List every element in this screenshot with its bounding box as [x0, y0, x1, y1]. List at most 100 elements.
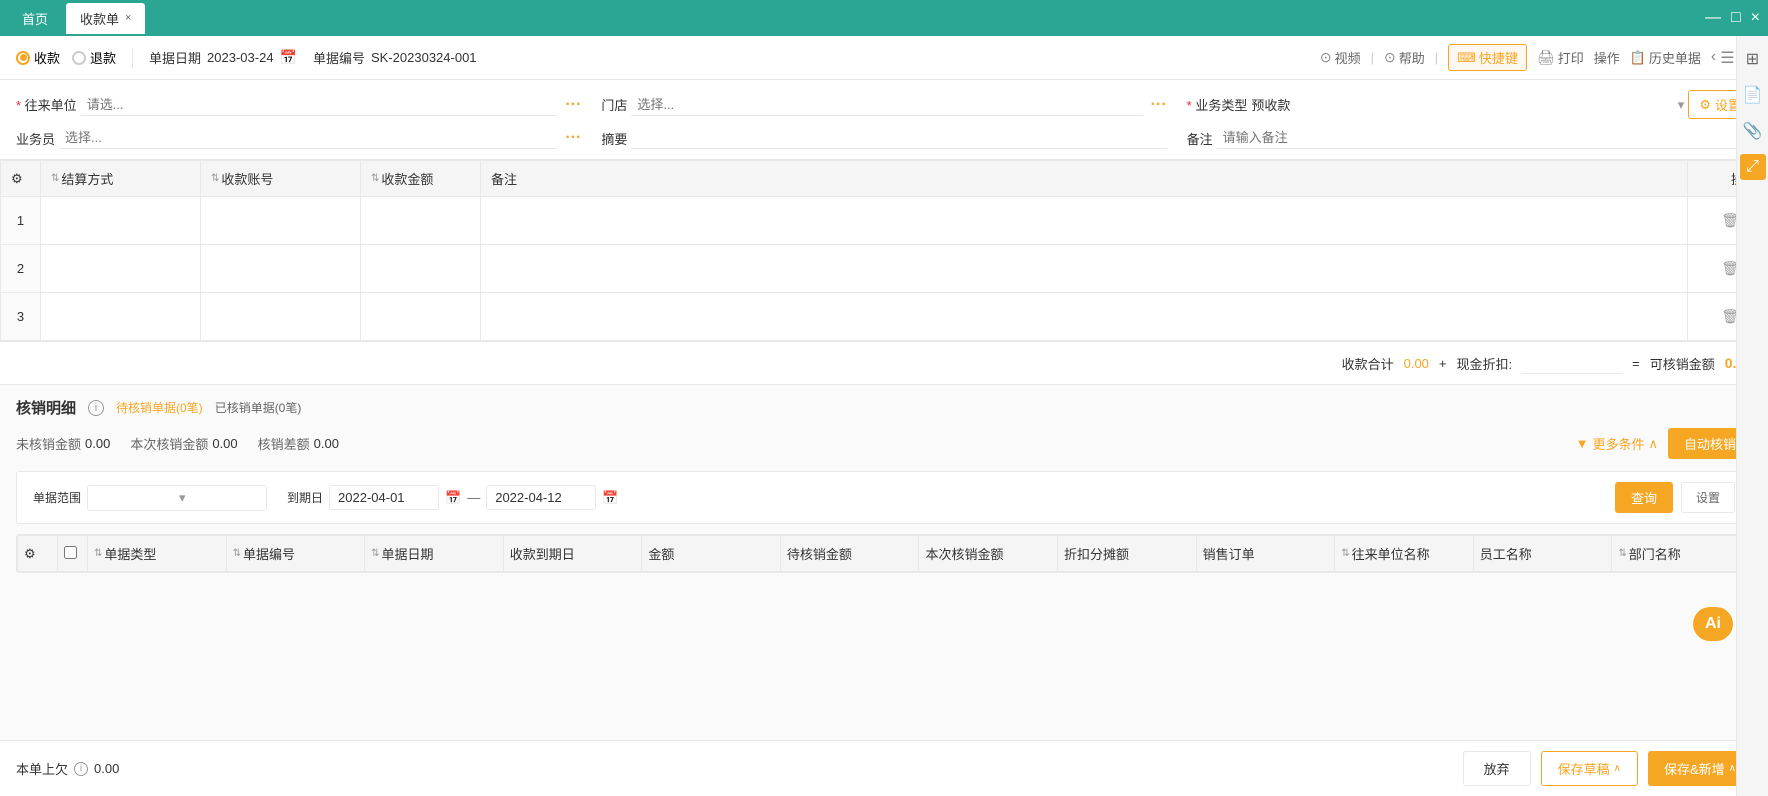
sidebar-expand-icon[interactable]: ⤢ [1740, 154, 1766, 180]
draft-chevron-icon: ∧ [1614, 763, 1621, 774]
bottom-settings-icon: ⚙ [24, 546, 36, 561]
row-1-account[interactable] [201, 197, 361, 245]
business-type-label: 业务类型 [1187, 95, 1248, 114]
radio-refund[interactable]: 退款 [72, 48, 116, 67]
settings-small-btn[interactable]: 设置 [1681, 482, 1735, 513]
sidebar-attachment-icon[interactable]: 📎 [1740, 118, 1766, 144]
maximize-icon[interactable]: □ [1731, 9, 1741, 27]
date-dash: — [467, 490, 480, 505]
print-icon: 🖨 [1537, 49, 1555, 66]
tab-bar: 首页 收款单 × — □ × [0, 0, 1768, 36]
shortcut-label: 快捷键 [1479, 48, 1518, 67]
account-label: 收款账号 [221, 169, 273, 188]
sidebar-table-icon[interactable]: ⊞ [1740, 46, 1766, 72]
bottom-col-doc-num: ⇅ 单据编号 [226, 536, 365, 572]
bottom-col-checkbox[interactable] [58, 536, 88, 572]
bottom-col-doc-date: ⇅ 单据日期 [365, 536, 504, 572]
form-row-1: 往来单位 ··· 门店 ··· 业务类型 预收款 ▾ ⚙ 设置 [16, 90, 1752, 119]
row-3-account[interactable] [201, 293, 361, 341]
staff-more-icon[interactable]: ··· [565, 129, 581, 147]
video-btn[interactable]: ⊙ 视频 [1320, 48, 1361, 67]
row-2-account[interactable] [201, 245, 361, 293]
more-conditions-btn[interactable]: ▼ 更多条件 ∧ [1576, 434, 1658, 453]
sidebar-doc-icon[interactable]: 📄 [1740, 82, 1766, 108]
row-2-amount[interactable] [361, 245, 481, 293]
unreceived-label: 未核销金额 [16, 434, 81, 453]
prev-icon[interactable]: ‹ [1711, 48, 1716, 68]
shortcut-icon: ⌨ [1457, 50, 1476, 66]
date-to-input[interactable] [486, 485, 596, 510]
note-input[interactable] [1217, 127, 1752, 149]
amount-sort[interactable]: ⇅ [371, 173, 379, 184]
row-2-settlement[interactable] [41, 245, 201, 293]
toolbar: 收款 退款 单据日期 2023-03-24 📅 单据编号 SK-20230324… [0, 36, 1768, 80]
summary-input[interactable] [631, 127, 1166, 149]
operations-btn[interactable]: 操作 [1594, 48, 1620, 67]
print-btn[interactable]: 🖨 打印 [1537, 48, 1584, 67]
tab-close-icon[interactable]: × [125, 12, 131, 24]
partner-input[interactable] [81, 94, 558, 116]
bottom-col-staff: 员工名称 [1473, 536, 1612, 572]
close-window-icon[interactable]: × [1751, 9, 1760, 27]
note-label: 备注 [1187, 129, 1213, 148]
date-from-icon[interactable]: 📅 [445, 490, 461, 506]
col-settlement-header: ⇅ 结算方式 [41, 161, 201, 197]
row-num-2: 2 [1, 245, 41, 293]
abandon-btn[interactable]: 放弃 [1463, 751, 1531, 786]
ai-badge[interactable]: Ai [1693, 607, 1733, 641]
bottom-col-doc-type: ⇅ 单据类型 [88, 536, 227, 572]
date-from-input[interactable] [329, 485, 439, 510]
pending-tab[interactable]: 待核销单据(0笔) [116, 399, 203, 416]
writeoff-stats: 未核销金额 0.00 本次核销金额 0.00 核销差额 0.00 ▼ 更多条件 … [16, 428, 1752, 459]
discount-input[interactable] [1522, 352, 1622, 374]
row-1-settlement[interactable] [41, 197, 201, 245]
row-1-amount[interactable] [361, 197, 481, 245]
col-settings-header[interactable]: ⚙ [1, 161, 41, 197]
bottom-col-receipt-date: 收款到期日 [503, 536, 642, 572]
row-2-note[interactable] [481, 245, 1688, 293]
footer-info-icon[interactable]: i [74, 762, 88, 776]
row-3-note[interactable] [481, 293, 1688, 341]
table-section: ⚙ ⇅ 结算方式 ⇅ 收款账号 [0, 160, 1768, 342]
filter-actions: 查询 设置 [1615, 482, 1735, 513]
video-icon: ⊙ [1320, 49, 1332, 66]
help-btn[interactable]: ⊙ 帮助 [1384, 48, 1425, 67]
business-type-chevron[interactable]: ▾ [1678, 97, 1685, 113]
calendar-icon[interactable]: 📅 [280, 49, 297, 66]
history-btn[interactable]: 📋 历史单据 [1630, 48, 1701, 67]
writeoff-section: 核销明细 i 待核销单据(0笔) 已核销单据(0笔) 未核销金额 0.00 本次… [0, 385, 1768, 740]
settlement-sort[interactable]: ⇅ [51, 173, 59, 184]
query-btn[interactable]: 查询 [1615, 482, 1673, 513]
bottom-col-current: 本次核销金额 [919, 536, 1058, 572]
list-icon[interactable]: ☰ [1720, 48, 1734, 68]
date-to-icon[interactable]: 📅 [602, 490, 618, 506]
save-draft-btn[interactable]: 保存草稿 ∧ [1541, 751, 1638, 786]
current-label: 本单上欠 [16, 759, 68, 778]
partner-more-icon[interactable]: ··· [565, 96, 581, 114]
doc-range-chevron: ▾ [179, 490, 258, 506]
account-sort[interactable]: ⇅ [211, 173, 219, 184]
main-content: 收款 退款 单据日期 2023-03-24 📅 单据编号 SK-20230324… [0, 36, 1768, 796]
tab-home[interactable]: 首页 [8, 3, 62, 34]
shop-input[interactable] [631, 94, 1142, 116]
doc-range-select[interactable]: ▾ [87, 485, 267, 511]
summary-label: 摘要 [601, 129, 627, 148]
footer-right: 放弃 保存草稿 ∧ 保存&新增 ∧ [1463, 751, 1752, 786]
date-range-field: 到期日 📅 — 📅 [287, 485, 618, 510]
bottom-table-section: ⚙ ⇅ 单据类型 ⇅ [16, 534, 1752, 573]
radio-receipt[interactable]: 收款 [16, 48, 60, 67]
bottom-col-settings[interactable]: ⚙ [18, 536, 58, 572]
staff-input[interactable] [59, 127, 557, 149]
done-tab[interactable]: 已核销单据(0笔) [215, 399, 302, 416]
tab-active[interactable]: 收款单 × [66, 3, 145, 34]
minimize-icon[interactable]: — [1705, 9, 1721, 27]
shop-more-icon[interactable]: ··· [1151, 96, 1167, 114]
table-row: 3 🗑 ⧉ [1, 293, 1768, 341]
writeoff-info-icon[interactable]: i [88, 400, 104, 416]
select-all-checkbox[interactable] [64, 546, 77, 559]
row-1-note[interactable] [481, 197, 1688, 245]
row-3-amount[interactable] [361, 293, 481, 341]
row-3-settlement[interactable] [41, 293, 201, 341]
shortcut-btn[interactable]: ⌨ 快捷键 [1448, 44, 1527, 71]
save-new-label: 保存&新增 [1664, 759, 1725, 778]
